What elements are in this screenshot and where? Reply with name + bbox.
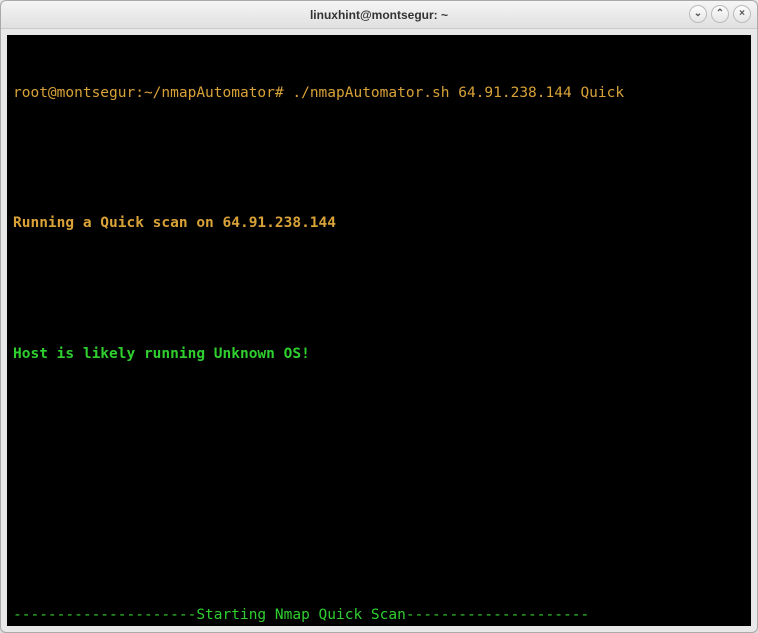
separator-right: --------------------- (406, 607, 589, 623)
separator-line: ---------------------Starting Nmap Quick… (13, 605, 745, 627)
separator-left: --------------------- (13, 607, 196, 623)
running-line: Running a Quick scan on 64.91.238.144 (13, 213, 745, 235)
host-line: Host is likely running Unknown OS! (13, 344, 745, 366)
command: ./nmapAutomator.sh 64.91.238.144 Quick (292, 85, 624, 101)
prompt: root@montsegur:~/nmapAutomator# (13, 85, 292, 101)
close-button[interactable]: × (733, 5, 751, 23)
maximize-icon: ⌃ (716, 9, 724, 19)
separator-text: Starting Nmap Quick Scan (196, 607, 406, 623)
close-icon: × (739, 9, 745, 19)
blank-line (13, 539, 745, 561)
titlebar[interactable]: linuxhint@montsegur: ~ ⌄ ⌃ × (1, 1, 757, 29)
blank-line (13, 278, 745, 300)
terminal-window: linuxhint@montsegur: ~ ⌄ ⌃ × root@montse… (0, 0, 758, 633)
maximize-button[interactable]: ⌃ (711, 5, 729, 23)
blank-line (13, 409, 745, 431)
window-title: linuxhint@montsegur: ~ (310, 8, 448, 22)
minimize-icon: ⌄ (694, 9, 702, 19)
prompt-line: root@montsegur:~/nmapAutomator# ./nmapAu… (13, 83, 745, 105)
minimize-button[interactable]: ⌄ (689, 5, 707, 23)
window-controls: ⌄ ⌃ × (689, 5, 751, 23)
terminal-content[interactable]: root@montsegur:~/nmapAutomator# ./nmapAu… (7, 35, 751, 626)
blank-line (13, 148, 745, 170)
blank-line (13, 474, 745, 496)
